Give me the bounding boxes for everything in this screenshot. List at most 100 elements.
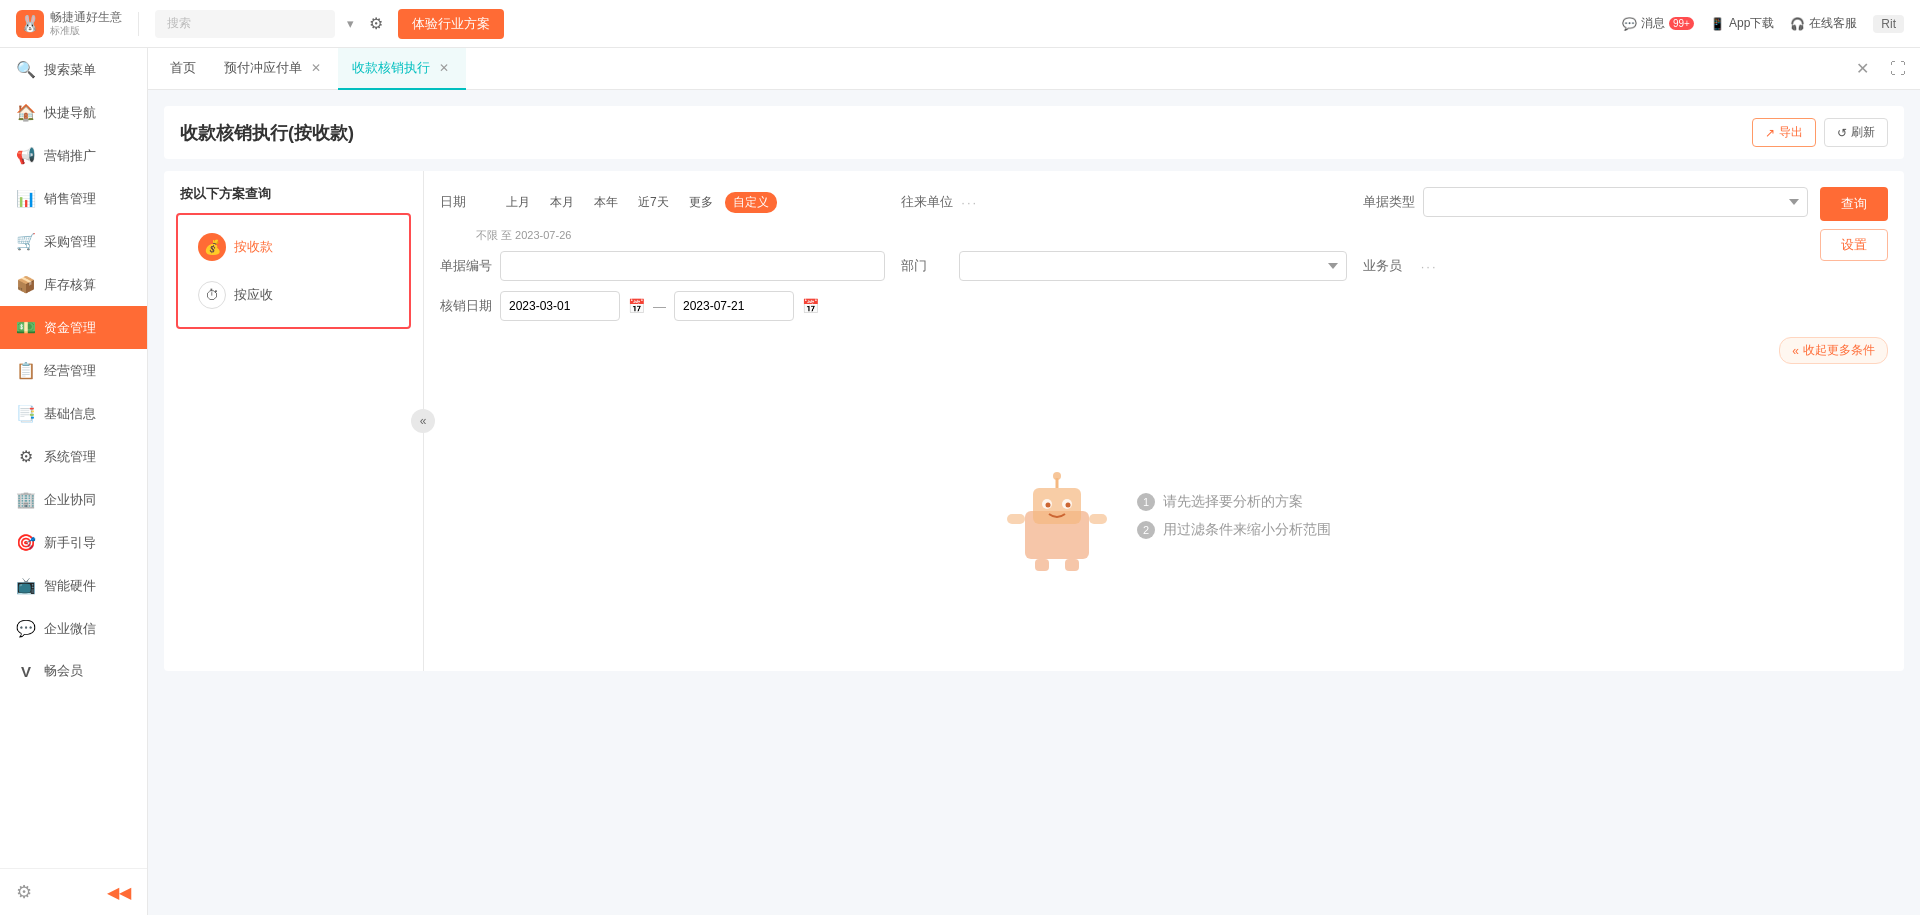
- refresh-icon: ↺: [1837, 126, 1847, 140]
- filter-collapse-btn[interactable]: «: [411, 409, 435, 433]
- right-content: 日期 上月 本月 本年 近7天 更多 自定义: [424, 171, 1904, 671]
- tab-collection-close[interactable]: ✕: [436, 60, 452, 76]
- sidebar-item-enterprise[interactable]: 🏢 企业协同: [0, 478, 147, 521]
- logo-area: 🐰 畅捷通好生意 标准版: [16, 10, 122, 38]
- export-btn[interactable]: ↗ 导出: [1752, 118, 1816, 147]
- date-tab-custom[interactable]: 自定义: [725, 192, 777, 213]
- more-conditions-row: « 收起更多条件: [440, 333, 1888, 364]
- sidebar-item-label: 销售管理: [44, 190, 96, 208]
- receivable-icon: ⏱: [198, 281, 226, 309]
- app-download-btn[interactable]: 📱 App下载: [1710, 15, 1774, 32]
- empty-hint-label-1: 请先选择要分析的方案: [1163, 493, 1303, 511]
- export-label: 导出: [1779, 124, 1803, 141]
- collapse-conditions-btn[interactable]: « 收起更多条件: [1779, 337, 1888, 364]
- sidebar-item-quick-nav[interactable]: 🏠 快捷导航: [0, 91, 147, 134]
- marketing-icon: 📢: [16, 146, 36, 165]
- sidebar-item-basic-info[interactable]: 📑 基础信息: [0, 392, 147, 435]
- sidebar-item-smart-hw[interactable]: 📺 智能硬件: [0, 564, 147, 607]
- sidebar-item-label: 采购管理: [44, 233, 96, 251]
- sidebar-item-label: 营销推广: [44, 147, 96, 165]
- basic-info-icon: 📑: [16, 404, 36, 423]
- date-sub-label: 不限 至 2023-07-26: [476, 229, 571, 241]
- sidebar-item-label: 企业微信: [44, 620, 96, 638]
- headset-icon: 🎧: [1790, 17, 1805, 31]
- date-tab-more[interactable]: 更多: [681, 191, 721, 214]
- cal-start-icon[interactable]: 📅: [628, 298, 645, 314]
- sidebar-item-guide[interactable]: 🎯 新手引导: [0, 521, 147, 564]
- sidebar-item-capital[interactable]: 💵 资金管理: [0, 306, 147, 349]
- date-tab-this-year[interactable]: 本年: [586, 191, 626, 214]
- sidebar-item-sales[interactable]: 📊 销售管理: [0, 177, 147, 220]
- message-btn[interactable]: 💬 消息 99+: [1622, 15, 1694, 32]
- tab-bar-actions: ✕ ⛶: [1848, 55, 1912, 83]
- enterprise-icon: 🏢: [16, 490, 36, 509]
- sidebar-item-member[interactable]: V 畅会员: [0, 650, 147, 692]
- tab-prepay-close[interactable]: ✕: [308, 60, 324, 76]
- sidebar-item-label: 经营管理: [44, 362, 96, 380]
- top-search-area: 搜索: [155, 10, 335, 38]
- sidebar-gear-icon[interactable]: ⚙: [16, 881, 32, 903]
- page-actions: ↗ 导出 ↺ 刷新: [1752, 118, 1888, 147]
- main-layout: 🔍 搜索菜单 🏠 快捷导航 📢 营销推广 📊 销售管理 🛒 采购管理 📦: [0, 48, 1920, 915]
- dept-select[interactable]: [959, 251, 1346, 281]
- tab-bar: 首页 预付冲应付单 ✕ 收款核销执行 ✕ ✕ ⛶: [148, 48, 1920, 90]
- refresh-label: 刷新: [1851, 124, 1875, 141]
- sidebar-item-inventory[interactable]: 📦 库存核算: [0, 263, 147, 306]
- doc-no-label: 单据编号: [440, 257, 492, 275]
- sidebar-item-label: 智能硬件: [44, 577, 96, 595]
- svg-rect-8: [1007, 514, 1025, 524]
- tab-home[interactable]: 首页: [156, 48, 210, 90]
- doc-no-input[interactable]: [500, 251, 885, 281]
- collapse-chevron-icon: «: [1792, 344, 1799, 358]
- purchase-icon: 🛒: [16, 232, 36, 251]
- sidebar-collapse-icon[interactable]: ◀◀: [107, 883, 131, 902]
- settings-icon[interactable]: ⚙: [362, 10, 390, 38]
- counterpart-dots[interactable]: ···: [961, 195, 978, 210]
- tab-close-icon[interactable]: ✕: [1848, 55, 1876, 83]
- app-download-label: App下载: [1729, 15, 1774, 32]
- app-edition: 标准版: [50, 25, 122, 37]
- date-row: 日期 上月 本月 本年 近7天 更多 自定义: [440, 187, 885, 217]
- sidebar-item-search-menu[interactable]: 🔍 搜索菜单: [0, 48, 147, 91]
- empty-hint-num-1: 1: [1137, 493, 1155, 511]
- employee-dots[interactable]: ···: [1421, 259, 1438, 274]
- query-btn[interactable]: 查询: [1820, 187, 1888, 221]
- writeoff-date-start-input[interactable]: [500, 291, 620, 321]
- online-service-btn[interactable]: 🎧 在线客服: [1790, 15, 1857, 32]
- tab-prepay[interactable]: 预付冲应付单 ✕: [210, 48, 338, 90]
- tab-collection-label: 收款核销执行: [352, 59, 430, 77]
- doc-type-select[interactable]: [1423, 187, 1808, 217]
- sidebar-item-label: 搜索菜单: [44, 61, 96, 79]
- user-avatar[interactable]: Rit: [1873, 15, 1904, 33]
- sidebar-item-wechat[interactable]: 💬 企业微信: [0, 607, 147, 650]
- sidebar-item-sys-mgmt[interactable]: ⚙ 系统管理: [0, 435, 147, 478]
- sidebar-item-label: 企业协同: [44, 491, 96, 509]
- app-name: 畅捷通好生意: [50, 10, 122, 24]
- chevron-down-icon[interactable]: ▾: [347, 16, 354, 31]
- filter-option-by-collection[interactable]: 💰 按收款: [186, 223, 401, 271]
- date-tab-last-month[interactable]: 上月: [498, 191, 538, 214]
- tab-collection[interactable]: 收款核销执行 ✕: [338, 48, 466, 90]
- tab-expand-icon[interactable]: ⛶: [1884, 55, 1912, 83]
- sidebar-item-purchase[interactable]: 🛒 采购管理: [0, 220, 147, 263]
- refresh-btn[interactable]: ↺ 刷新: [1824, 118, 1888, 147]
- cal-end-icon[interactable]: 📅: [802, 298, 819, 314]
- industry-btn[interactable]: 体验行业方案: [398, 9, 504, 39]
- setting-btn[interactable]: 设置: [1820, 229, 1888, 261]
- search-actions: 查询 设置: [1820, 187, 1888, 321]
- main-panel: 按以下方案查询 💰 按收款 ⏱ 按应收 «: [164, 171, 1904, 671]
- operation-icon: 📋: [16, 361, 36, 380]
- svg-rect-9: [1089, 514, 1107, 524]
- inventory-icon: 📦: [16, 275, 36, 294]
- svg-point-7: [1053, 472, 1061, 480]
- empty-state: 1 请先选择要分析的方案 2 用过滤条件来缩小分析范围: [440, 376, 1888, 655]
- date-tab-this-month[interactable]: 本月: [542, 191, 582, 214]
- writeoff-date-end-input[interactable]: [674, 291, 794, 321]
- counterpart-label: 往来单位: [901, 193, 953, 211]
- collection-icon: 💰: [198, 233, 226, 261]
- filter-option-by-receivable[interactable]: ⏱ 按应收: [186, 271, 401, 319]
- smart-hw-icon: 📺: [16, 576, 36, 595]
- sidebar-item-marketing[interactable]: 📢 营销推广: [0, 134, 147, 177]
- sidebar-item-operation[interactable]: 📋 经营管理: [0, 349, 147, 392]
- date-tab-7days[interactable]: 近7天: [630, 191, 677, 214]
